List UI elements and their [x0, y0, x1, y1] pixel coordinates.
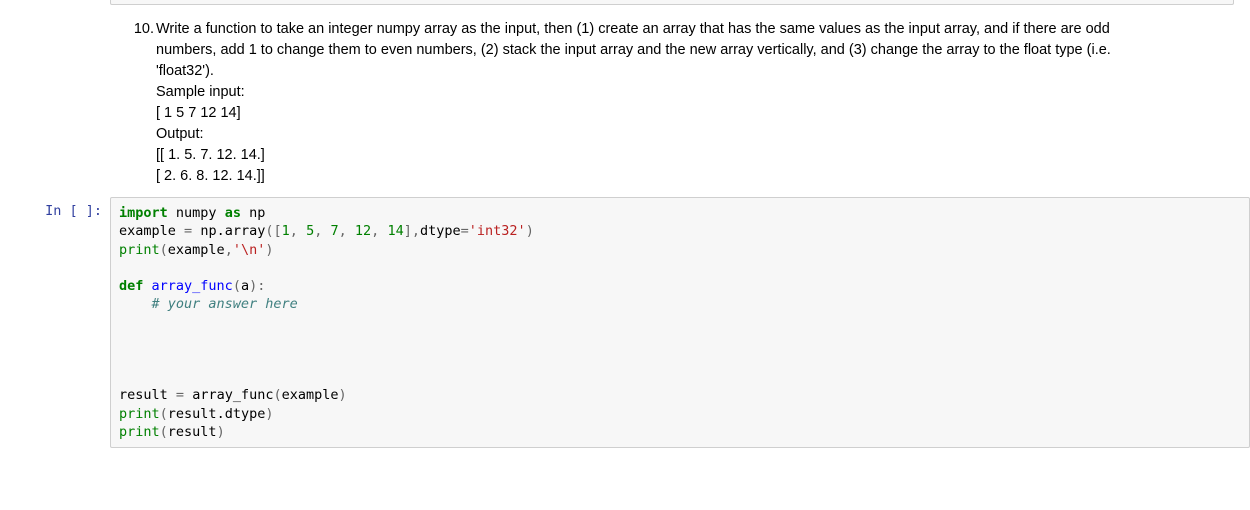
output-line-2: [ 2. 6. 8. 12. 14.]]	[156, 168, 265, 184]
question-block: 10.Write a function to take an integer n…	[130, 19, 1220, 187]
question-line-2: numbers, add 1 to change them to even nu…	[156, 42, 1111, 58]
output-label: Output:	[156, 126, 204, 142]
markdown-cell: 10.Write a function to take an integer n…	[0, 19, 1250, 187]
code-input-area[interactable]: import numpy as np example = np.array([1…	[110, 197, 1250, 448]
input-prompt: In [ ]:	[0, 197, 110, 219]
sample-input-label: Sample input:	[156, 84, 245, 100]
sample-input-value: [ 1 5 7 12 14]	[156, 105, 241, 121]
code-cell[interactable]: In [ ]: import numpy as np example = np.…	[0, 197, 1250, 448]
output-line-1: [[ 1. 5. 7. 12. 14.]	[156, 147, 265, 163]
question-number: 10.	[130, 19, 156, 40]
code-content[interactable]: import numpy as np example = np.array([1…	[119, 204, 1241, 441]
previous-cell-bottom-edge	[110, 0, 1234, 5]
question-line-3: 'float32').	[156, 63, 214, 79]
question-line-1: Write a function to take an integer nump…	[156, 21, 1110, 37]
